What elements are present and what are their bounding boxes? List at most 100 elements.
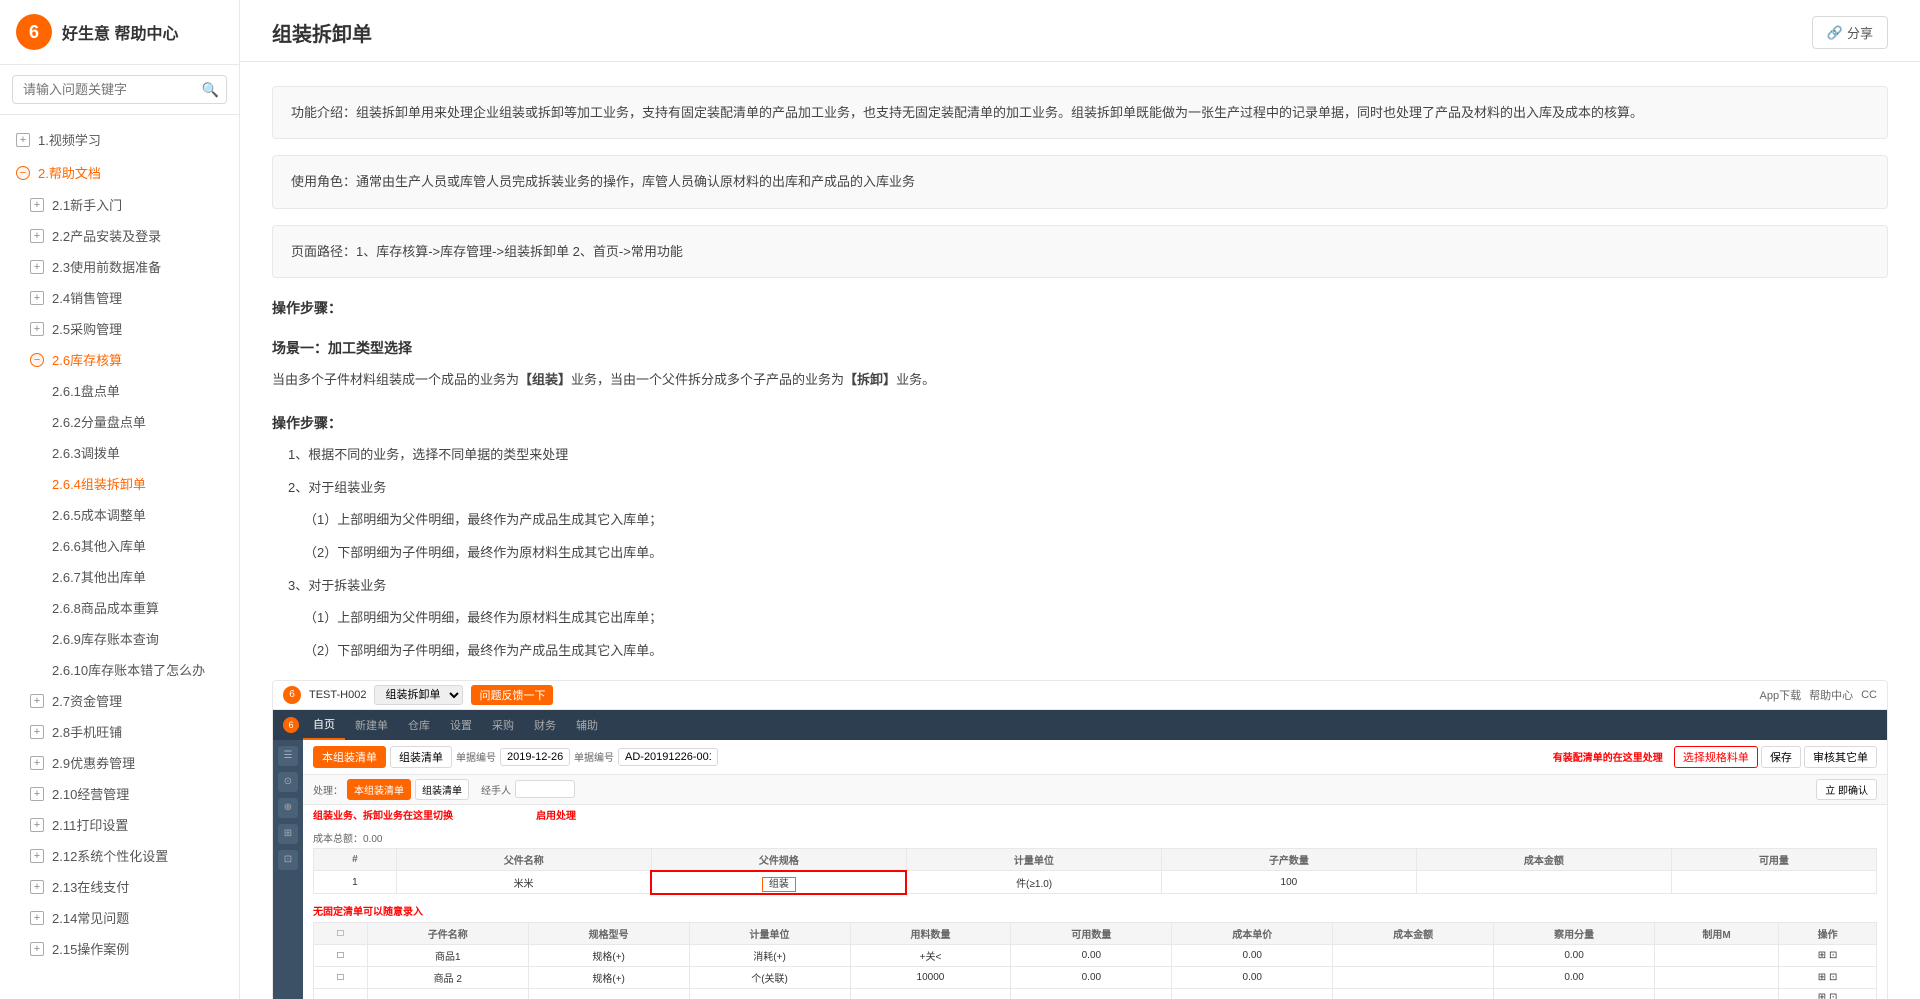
sidebar-item-newbie[interactable]: + 2.1新手入门: [0, 189, 239, 220]
mini-sub-toolbar: 处理： 本组装清单 组装清单 经手人 立 即确认: [303, 775, 1887, 805]
sidebar-item-system[interactable]: + 2.12系统个性化设置: [0, 840, 239, 871]
th-b-spec: 规格型号: [528, 922, 689, 944]
th-goods: 父件名称: [396, 848, 651, 871]
th-b-goods: 子件名称: [367, 922, 528, 944]
sidebar-item-cost-recalc[interactable]: 2.6.8商品成本重算: [0, 592, 239, 623]
input-cell-spec: 组装: [762, 877, 796, 892]
steps-title: 操作步骤：: [272, 298, 1888, 318]
annotation-4: 无固定清单可以随意录入: [313, 907, 423, 918]
sidebar-item-partial-stocktake[interactable]: 2.6.2分量盘点单: [0, 406, 239, 437]
intro-block-2: 使用角色：通常由生产人员或库管人员完成拆装业务的操作，库管人员确认原材料的出库和…: [272, 155, 1888, 208]
collapse-icon: −: [16, 166, 30, 180]
search-box: 🔍: [0, 65, 239, 115]
sidebar-item-ledger-fix[interactable]: 2.6.10库存账本错了怎么办: [0, 654, 239, 685]
mini-nav-settings[interactable]: 设置: [440, 711, 482, 739]
mini-sidebar-icon-5: ⊡: [278, 850, 298, 870]
sidebar-item-sales[interactable]: + 2.4销售管理: [0, 282, 239, 313]
th-b-unit: 计量单位: [689, 922, 850, 944]
intro-text-3: 页面路径：1、库存核算->库存管理->组装拆卸单 2、首页->常用功能: [291, 244, 683, 259]
main-header: 组装拆卸单 🔗 分享: [240, 0, 1920, 62]
intro-text-2: 使用角色：通常由生产人员或库管人员完成拆装业务的操作，库管人员确认原材料的出库和…: [291, 174, 915, 189]
mini-date-input[interactable]: [500, 748, 570, 766]
step3-sub1: （1）上部明细为父件明细，最终作为原材料生成其它出库单；: [272, 606, 1888, 631]
sidebar-item-inventory[interactable]: − 2.6库存核算: [0, 344, 239, 375]
search-icon[interactable]: 🔍: [202, 81, 219, 98]
sidebar-item-finance[interactable]: + 2.7资金管理: [0, 685, 239, 716]
mini-nav: 6 自页 新建单 仓库 设置 采购 财务 辅助: [273, 710, 1887, 740]
mini-nav-new[interactable]: 新建单: [345, 711, 398, 739]
mini-btn-audit[interactable]: 审核其它单: [1804, 746, 1877, 768]
mini-btn-select-spec[interactable]: 选择规格料单: [1674, 746, 1758, 768]
mini-main: 本组装清单 组装清单 单据编号 单据编号 有装配清单的在这里处理: [303, 740, 1887, 999]
mini-sidebar-icon-4: ⊞: [278, 824, 298, 844]
mini-top-table-area: 成本总额：0.00 # 父件名称 父件规格 计量单位 子产数量: [303, 824, 1887, 901]
sidebar-item-operations[interactable]: + 2.10经营管理: [0, 778, 239, 809]
sidebar-item-faq[interactable]: + 2.14常见问题: [0, 902, 239, 933]
step2: 2、对于组装业务: [272, 476, 1888, 501]
sidebar-item-stocktake[interactable]: 2.6.1盘点单: [0, 375, 239, 406]
intro-block-3: 页面路径：1、库存核算->库存管理->组装拆卸单 2、首页->常用功能: [272, 225, 1888, 278]
sidebar-item-coupon[interactable]: + 2.9优惠券管理: [0, 747, 239, 778]
mini-nav-finance[interactable]: 财务: [524, 711, 566, 739]
mini-nav-warehouse[interactable]: 仓库: [398, 711, 440, 739]
th-seq: #: [314, 848, 397, 871]
annotation-2: 组装业务、拆卸业务在这里切换: [313, 811, 453, 822]
mini-sidebar-icon-3: ⊕: [278, 798, 298, 818]
expand-icon-214: +: [30, 911, 44, 925]
th-b-actual: 察用分量: [1494, 922, 1655, 944]
mini-doc-input[interactable]: [618, 748, 718, 766]
mini-btn-save[interactable]: 保存: [1761, 746, 1801, 768]
sidebar-item-purchase[interactable]: + 2.5采购管理: [0, 313, 239, 344]
mini-btn-type2[interactable]: 组装清单: [415, 779, 469, 800]
nav-group-docs: − 2.帮助文档 + 2.1新手入门 + 2.2产品安装及登录 + 2.3使用前…: [0, 156, 239, 964]
mini-icon-help: 帮助中心: [1809, 687, 1853, 703]
sidebar-item-payment[interactable]: + 2.13在线支付: [0, 871, 239, 902]
th-warehouse: 可用量: [1671, 848, 1876, 871]
sidebar-item-other-out[interactable]: 2.6.7其他出库单: [0, 561, 239, 592]
scene1-desc-text: 当由多个子件材料组装成一个成品的业务为【组装】业务，当由一个父件拆分成多个子产品…: [272, 372, 935, 387]
expand-icon-212: +: [30, 849, 44, 863]
mini-sidebar-icon-2: ⊙: [278, 772, 298, 792]
expand-icon-215: +: [30, 942, 44, 956]
search-input[interactable]: [12, 75, 227, 104]
expand-icon-210: +: [30, 787, 44, 801]
mini-btn-assembly-list[interactable]: 本组装清单: [313, 746, 386, 768]
sidebar-item-docs[interactable]: − 2.帮助文档: [0, 156, 239, 189]
mini-select[interactable]: 组装拆卸单: [374, 685, 463, 705]
sidebar-header: 6 好生意 帮助中心: [0, 0, 239, 65]
nav-tree: + 1.视频学习 − 2.帮助文档 + 2.1新手入门 + 2.2产品安装及登录: [0, 115, 239, 999]
mini-nav-home[interactable]: 自页: [303, 710, 345, 740]
th-unit: 计量单位: [906, 848, 1161, 871]
th-b-cost: 成本单价: [1172, 922, 1333, 944]
main-content: 组装拆卸单 🔗 分享 功能介绍：组装拆卸单用来处理企业组装或拆卸等加工业务，支持…: [240, 0, 1920, 999]
sidebar-item-cost-adjust[interactable]: 2.6.5成本调整单: [0, 499, 239, 530]
sidebar-item-cases[interactable]: + 2.15操作案例: [0, 933, 239, 964]
mini-btn-confirm[interactable]: 立 即确认: [1816, 779, 1877, 800]
th-b-alloc: 制用M: [1655, 922, 1779, 944]
th-b-sel: □: [314, 922, 368, 944]
sidebar-item-other-in[interactable]: 2.6.6其他入库单: [0, 530, 239, 561]
share-button[interactable]: 🔗 分享: [1812, 16, 1888, 49]
table-row: □ 商品 2 规格(+) 个(关联) 10000 0.00 0.00 0.00: [314, 966, 1877, 988]
sidebar-item-ledger[interactable]: 2.6.9库存账本查询: [0, 623, 239, 654]
expand-icon: +: [16, 133, 30, 147]
mini-btn-assembly[interactable]: 组装清单: [390, 746, 452, 768]
scene1-steps-title: 操作步骤：: [272, 413, 1888, 433]
step3-sub2: （2）下部明细为子件明细，最终作为产成品生成其它入库单。: [272, 639, 1888, 664]
sidebar-item-install[interactable]: + 2.2产品安装及登录: [0, 220, 239, 251]
table-row: 1 米米 组装 件(≥1.0) 100: [314, 871, 1877, 894]
th-spec: 父件规格: [651, 848, 906, 871]
mini-nav-assist[interactable]: 辅助: [566, 711, 608, 739]
mini-handler-input[interactable]: [515, 780, 575, 798]
sidebar-item-assembly[interactable]: 2.6.4组装拆卸单: [0, 468, 239, 499]
sidebar-item-mobile[interactable]: + 2.8手机旺铺: [0, 716, 239, 747]
mini-btn-type1[interactable]: 本组装清单: [347, 779, 411, 800]
sidebar-item-data-prep[interactable]: + 2.3使用前数据准备: [0, 251, 239, 282]
sidebar-item-print[interactable]: + 2.11打印设置: [0, 809, 239, 840]
mini-settings-btn[interactable]: 问题反馈一下: [471, 685, 553, 705]
sidebar-item-videos[interactable]: + 1.视频学习: [0, 123, 239, 156]
mini-nav-purchase[interactable]: 采购: [482, 711, 524, 739]
mini-topbar: 6 TEST-H002 组装拆卸单 问题反馈一下 App下载 帮助中心 CC: [273, 681, 1887, 710]
sidebar-item-transfer[interactable]: 2.6.3调拨单: [0, 437, 239, 468]
expand-icon-25: +: [30, 322, 44, 336]
